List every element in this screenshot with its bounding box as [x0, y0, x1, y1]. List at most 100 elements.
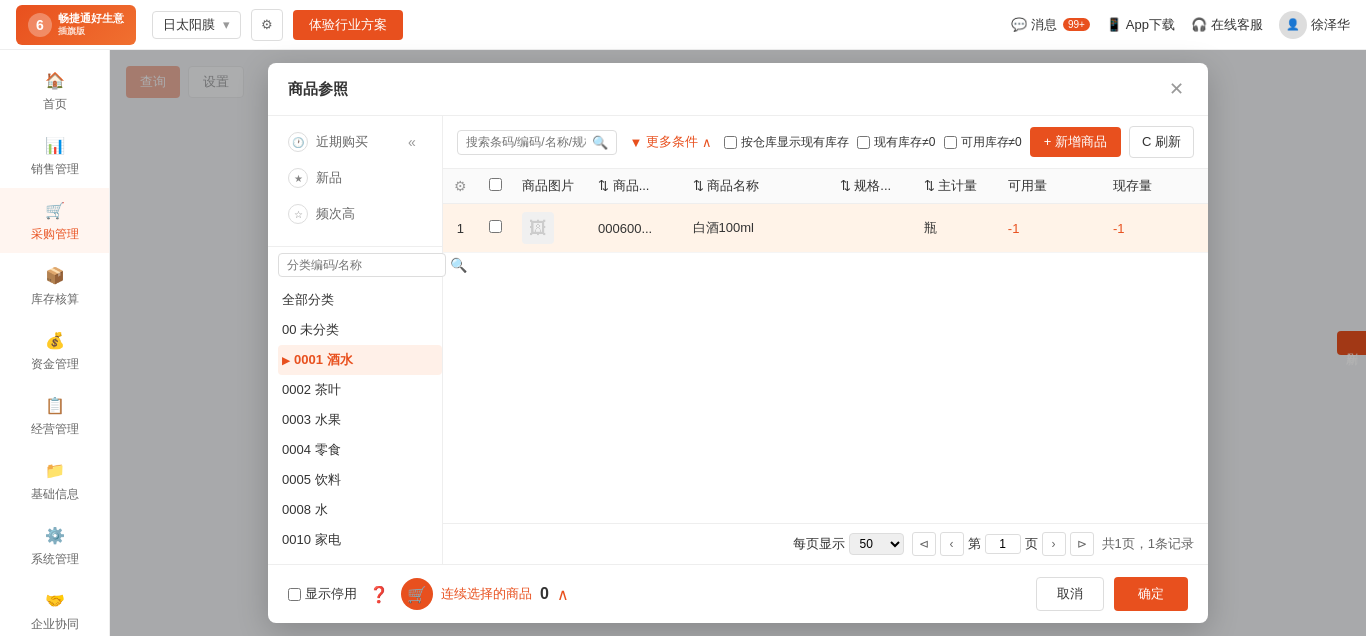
col-spec[interactable]: ⇅ 规格... [830, 169, 914, 204]
sidebar-item-system[interactable]: ⚙️ 系统管理 [0, 513, 109, 578]
checkbox-warehouse-label: 按仓库显示现有库存 [741, 134, 849, 151]
available-stock-checkbox[interactable] [944, 136, 957, 149]
show-disabled-label: 显示停用 [305, 585, 357, 603]
cart-count: 0 [540, 585, 549, 603]
last-page-button[interactable]: ⊳ [1070, 532, 1094, 556]
sidebar-label-home: 首页 [43, 96, 67, 113]
row-available: -1 [998, 204, 1103, 253]
cart-label: 连续选择的商品 [441, 585, 532, 603]
message-icon: 💬 [1011, 17, 1027, 32]
app-logo[interactable]: 6 畅捷通好生意 插旗版 [16, 5, 136, 45]
enterprise-icon: 🤝 [43, 588, 67, 612]
checkbox-warehouse-stock[interactable]: 按仓库显示现有库存 [724, 134, 849, 151]
next-page-button[interactable]: › [1042, 532, 1066, 556]
sidebar-item-inventory[interactable]: 📦 库存核算 [0, 253, 109, 318]
filter-button[interactable]: ▼ 更多条件 ∧ [625, 133, 716, 151]
toolbar-right: + 新增商品 C 刷新 [1030, 126, 1194, 158]
quick-frequent[interactable]: ☆ 频次高 [278, 198, 432, 230]
checkbox-current-stock[interactable]: 现有库存≠0 [857, 134, 935, 151]
sort-icon-spec: ⇅ [840, 178, 851, 193]
search-icon[interactable]: 🔍 [592, 135, 608, 150]
sidebar-item-finance[interactable]: 💰 资金管理 [0, 318, 109, 383]
category-snack[interactable]: 0004 零食 [278, 435, 442, 465]
category-beverage[interactable]: 0005 饮料 [278, 465, 442, 495]
filter-chevron-icon: ∧ [702, 135, 712, 150]
col-stock: 现存量 [1103, 169, 1208, 204]
sidebar-item-management[interactable]: 📋 经营管理 [0, 383, 109, 448]
product-search-bar: 🔍 [457, 130, 617, 155]
sidebar-item-basic-info[interactable]: 📁 基础信息 [0, 448, 109, 513]
table-row[interactable]: 1 🖼 000600... 白酒100ml 瓶 -1 -1 [443, 204, 1208, 253]
chevron-down-icon: ▾ [223, 17, 230, 32]
category-beverage-label: 0005 饮料 [282, 471, 341, 489]
page-number-input[interactable] [985, 534, 1021, 554]
select-all-checkbox[interactable] [489, 178, 502, 191]
category-water[interactable]: 0008 水 [278, 495, 442, 525]
category-all[interactable]: 全部分类 [278, 285, 442, 315]
sidebar-item-home[interactable]: 🏠 首页 [0, 58, 109, 123]
collapse-icon[interactable]: « [402, 132, 422, 152]
current-stock-checkbox[interactable] [857, 136, 870, 149]
trial-button[interactable]: 体验行业方案 [293, 10, 403, 40]
category-uncategorized[interactable]: 00 未分类 [278, 315, 442, 345]
col-name[interactable]: ⇅ 商品名称 [683, 169, 830, 204]
main-layout: 🏠 首页 📊 销售管理 🛒 采购管理 📦 库存核算 💰 资金管理 📋 经营管理 … [0, 50, 1366, 636]
row-checkbox[interactable] [478, 204, 513, 253]
product-search-input[interactable] [466, 135, 586, 149]
sort-icon-code: ⇅ [598, 178, 609, 193]
warehouse-stock-checkbox[interactable] [724, 136, 737, 149]
help-icon[interactable]: ❓ [369, 585, 389, 604]
category-tea[interactable]: 0002 茶叶 [278, 375, 442, 405]
product-table-wrap: ⚙ 商品图片 [443, 169, 1208, 523]
user-profile[interactable]: 👤 徐泽华 [1279, 11, 1350, 39]
prev-page-button[interactable]: ‹ [940, 532, 964, 556]
sidebar-item-purchase[interactable]: 🛒 采购管理 [0, 188, 109, 253]
settings-column-icon[interactable]: ⚙ [454, 178, 467, 194]
refresh-button[interactable]: C 刷新 [1129, 126, 1194, 158]
confirm-button[interactable]: 确定 [1114, 577, 1188, 611]
quick-new-product[interactable]: ★ 新品 [278, 162, 432, 194]
logo-icon: 6 [28, 13, 52, 37]
cart-collapse-icon[interactable]: ∧ [557, 585, 569, 604]
category-appliance[interactable]: 0010 家电 [278, 525, 442, 554]
category-fruit[interactable]: 0003 水果 [278, 405, 442, 435]
quick-new-label: 新品 [316, 169, 342, 187]
sidebar-label-finance: 资金管理 [31, 356, 79, 373]
show-disabled-checkbox[interactable]: 显示停用 [288, 585, 357, 603]
modal-close-button[interactable]: ✕ [1164, 77, 1188, 101]
gear-icon: ⚙ [261, 17, 273, 32]
phone-icon: 📱 [1106, 17, 1122, 32]
col-unit[interactable]: ⇅ 主计量 [914, 169, 998, 204]
quick-frequent-label: 频次高 [316, 205, 355, 223]
messages-button[interactable]: 💬 消息 99+ [1011, 16, 1090, 34]
sidebar-item-sales[interactable]: 📊 销售管理 [0, 123, 109, 188]
sidebar-item-enterprise[interactable]: 🤝 企业协同 [0, 578, 109, 636]
cancel-button[interactable]: 取消 [1036, 577, 1104, 611]
per-page-dropdown[interactable]: 50 10 20 100 [849, 533, 904, 555]
col-code[interactable]: ⇅ 商品... [588, 169, 683, 204]
disabled-checkbox-input[interactable] [288, 588, 301, 601]
row-spec [830, 204, 914, 253]
inventory-icon: 📦 [43, 263, 67, 287]
cart-icon[interactable]: 🛒 [401, 578, 433, 610]
app-download-button[interactable]: 📱 App下载 [1106, 16, 1175, 34]
category-snack-label: 0004 零食 [282, 441, 341, 459]
first-page-button[interactable]: ⊲ [912, 532, 936, 556]
category-appliance-label: 0010 家电 [282, 531, 341, 549]
page-info: 共1页，1条记录 [1102, 535, 1194, 553]
category-search-input[interactable] [278, 253, 446, 277]
add-product-button[interactable]: + 新增商品 [1030, 127, 1121, 157]
pagination: 每页显示 50 10 20 100 ⊲ ‹ [443, 523, 1208, 564]
purchase-icon: 🛒 [43, 198, 67, 222]
category-alcohol[interactable]: ▶ 0001 酒水 [278, 345, 442, 375]
divider [268, 246, 442, 247]
content-area: 查询 设置 刷新 商品参照 ✕ [110, 50, 1366, 636]
modal-footer: 显示停用 ❓ 🛒 连续选择的商品 0 ∧ 取消 确定 [268, 564, 1208, 623]
home-icon: 🏠 [43, 68, 67, 92]
quick-recent-purchase[interactable]: 🕐 近期购买 « [278, 126, 432, 158]
online-service-button[interactable]: 🎧 在线客服 [1191, 16, 1263, 34]
checkbox-available-stock[interactable]: 可用库存≠0 [944, 134, 1022, 151]
settings-button[interactable]: ⚙ [251, 9, 283, 41]
page-size-select: 每页显示 50 10 20 100 [793, 533, 904, 555]
branch-selector[interactable]: 日太阳膜 ▾ [152, 11, 241, 39]
